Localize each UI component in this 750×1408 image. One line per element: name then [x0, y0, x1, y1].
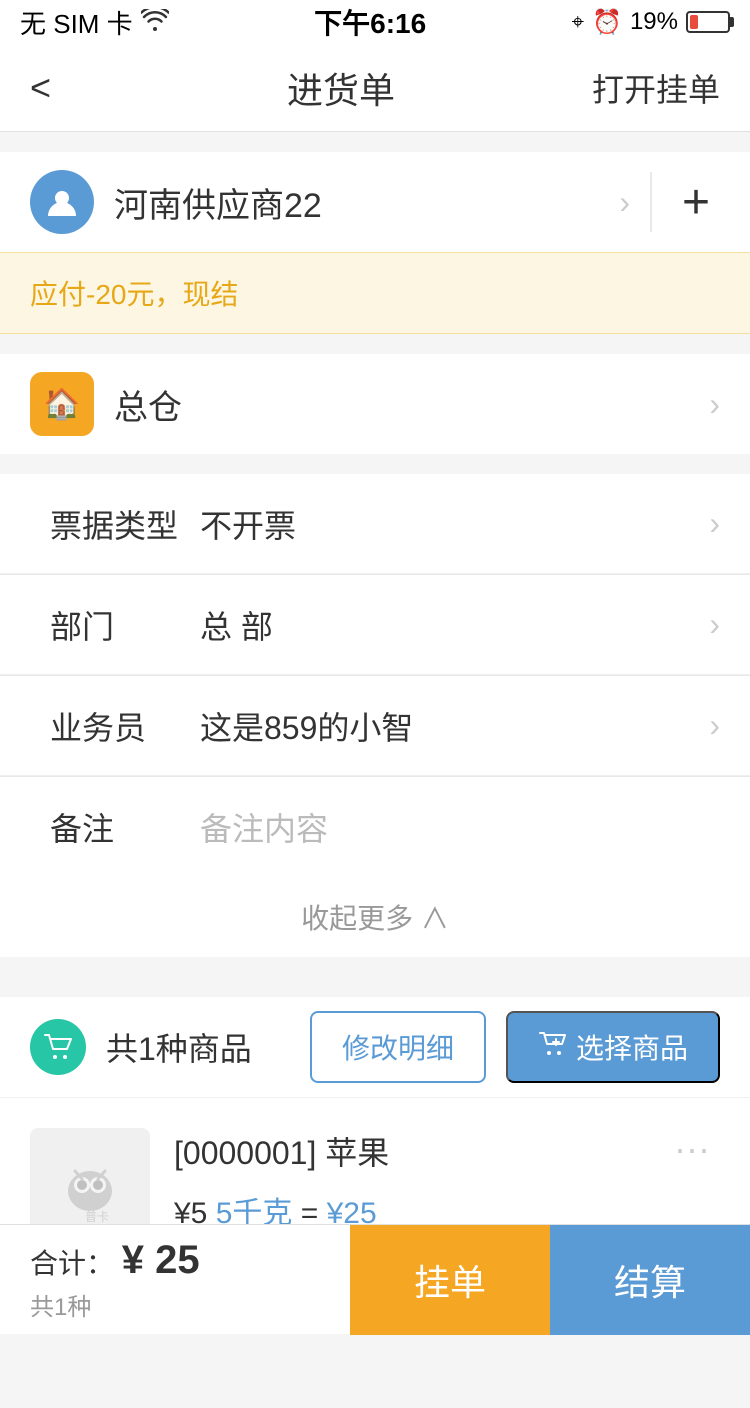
- salesperson-label: 业务员: [50, 703, 200, 749]
- warehouse-chevron-icon: ›: [709, 386, 720, 423]
- section-gap-3: [0, 454, 750, 474]
- carrier-text: 无 SIM 卡: [20, 4, 133, 41]
- invoice-value: 不开票: [200, 501, 709, 547]
- invoice-type-row[interactable]: 票据类型 不开票 ›: [0, 474, 750, 574]
- product-name: [0000001] 苹果: [174, 1128, 664, 1174]
- collapse-button[interactable]: 收起更多 ∧: [0, 877, 750, 957]
- collapse-label: 收起更多 ∧: [301, 897, 449, 937]
- status-left: 无 SIM 卡: [20, 4, 169, 41]
- warehouse-row[interactable]: 🏠 总仓 ›: [0, 354, 750, 454]
- status-bar: 无 SIM 卡 下午6:16 ⌖ ⏰ 19%: [0, 0, 750, 44]
- total-sub: 共1种: [30, 1287, 320, 1322]
- supplier-name[interactable]: 河南供应商22: [114, 178, 619, 227]
- remark-placeholder: 备注内容: [200, 804, 720, 850]
- warehouse-icon: 🏠: [30, 372, 94, 436]
- section-gap-1: [0, 132, 750, 152]
- page-title: 进货单: [287, 62, 395, 114]
- status-right: ⌖ ⏰ 19%: [572, 8, 730, 37]
- department-value: 总 部: [200, 602, 709, 648]
- supplier-avatar: [30, 170, 94, 234]
- section-gap-2: [0, 334, 750, 354]
- form-section: 票据类型 不开票 › 部门 总 部 › 业务员 这是859的小智 › 备注 备注…: [0, 474, 750, 877]
- product-header: 共1种商品 修改明细 选择商品: [0, 997, 750, 1097]
- notice-banner: 应付-20元，现结: [0, 252, 750, 334]
- department-chevron-icon: ›: [709, 606, 720, 643]
- alarm-icon: ⏰: [592, 8, 622, 37]
- total-label: 合计：: [30, 1248, 114, 1279]
- department-row[interactable]: 部门 总 部 ›: [0, 575, 750, 675]
- edit-detail-button[interactable]: 修改明细: [310, 1011, 486, 1083]
- battery-icon: [686, 11, 730, 33]
- settle-button[interactable]: 结算: [550, 1225, 750, 1335]
- select-product-button[interactable]: 选择商品: [506, 1011, 720, 1083]
- product-count-label: 共1种商品: [106, 1024, 310, 1070]
- supplier-divider: [650, 172, 652, 232]
- battery-percent: 19%: [630, 8, 678, 36]
- open-pending-button[interactable]: 打开挂单: [592, 65, 720, 111]
- status-time: 下午6:16: [314, 2, 426, 42]
- remark-row[interactable]: 备注 备注内容: [0, 777, 750, 877]
- supplier-chevron-icon: ›: [619, 184, 630, 221]
- nav-bar: < 进货单 打开挂单: [0, 44, 750, 132]
- department-label: 部门: [50, 602, 200, 648]
- back-button[interactable]: <: [30, 67, 90, 109]
- pending-button[interactable]: 挂单: [350, 1225, 550, 1335]
- notice-text: 应付-20元，现结: [30, 279, 238, 310]
- footer: 合计： ¥ 25 共1种 挂单 结算: [0, 1224, 750, 1334]
- select-product-icon: [538, 1031, 568, 1064]
- invoice-label: 票据类型: [50, 501, 200, 547]
- svg-text:普卡: 普卡: [85, 1210, 109, 1223]
- product-title: 苹果: [325, 1135, 389, 1171]
- invoice-chevron-icon: ›: [709, 505, 720, 542]
- select-product-label: 选择商品: [576, 1027, 688, 1067]
- footer-total: 合计： ¥ 25 共1种: [0, 1238, 350, 1322]
- product-more-button[interactable]: ···: [664, 1128, 720, 1170]
- product-info: [0000001] 苹果 ¥5 5千克 = ¥25: [174, 1128, 664, 1232]
- add-supplier-button[interactable]: +: [672, 175, 720, 230]
- location-icon: ⌖: [572, 9, 584, 35]
- total-amount: ¥ 25: [122, 1238, 200, 1282]
- salesperson-chevron-icon: ›: [709, 707, 720, 744]
- section-gap-4: [0, 957, 750, 977]
- salesperson-value: 这是859的小智: [200, 703, 709, 749]
- wifi-icon: [141, 7, 169, 38]
- product-icon: [30, 1019, 86, 1075]
- supplier-section: 河南供应商22 › +: [0, 152, 750, 252]
- pending-label: 挂单: [414, 1254, 486, 1306]
- salesperson-row[interactable]: 业务员 这是859的小智 ›: [0, 676, 750, 776]
- product-code: [0000001]: [174, 1135, 316, 1171]
- settle-label: 结算: [614, 1254, 686, 1306]
- total-row: 合计： ¥ 25: [30, 1238, 320, 1283]
- warehouse-name: 总仓: [114, 380, 709, 429]
- remark-label: 备注: [50, 804, 200, 850]
